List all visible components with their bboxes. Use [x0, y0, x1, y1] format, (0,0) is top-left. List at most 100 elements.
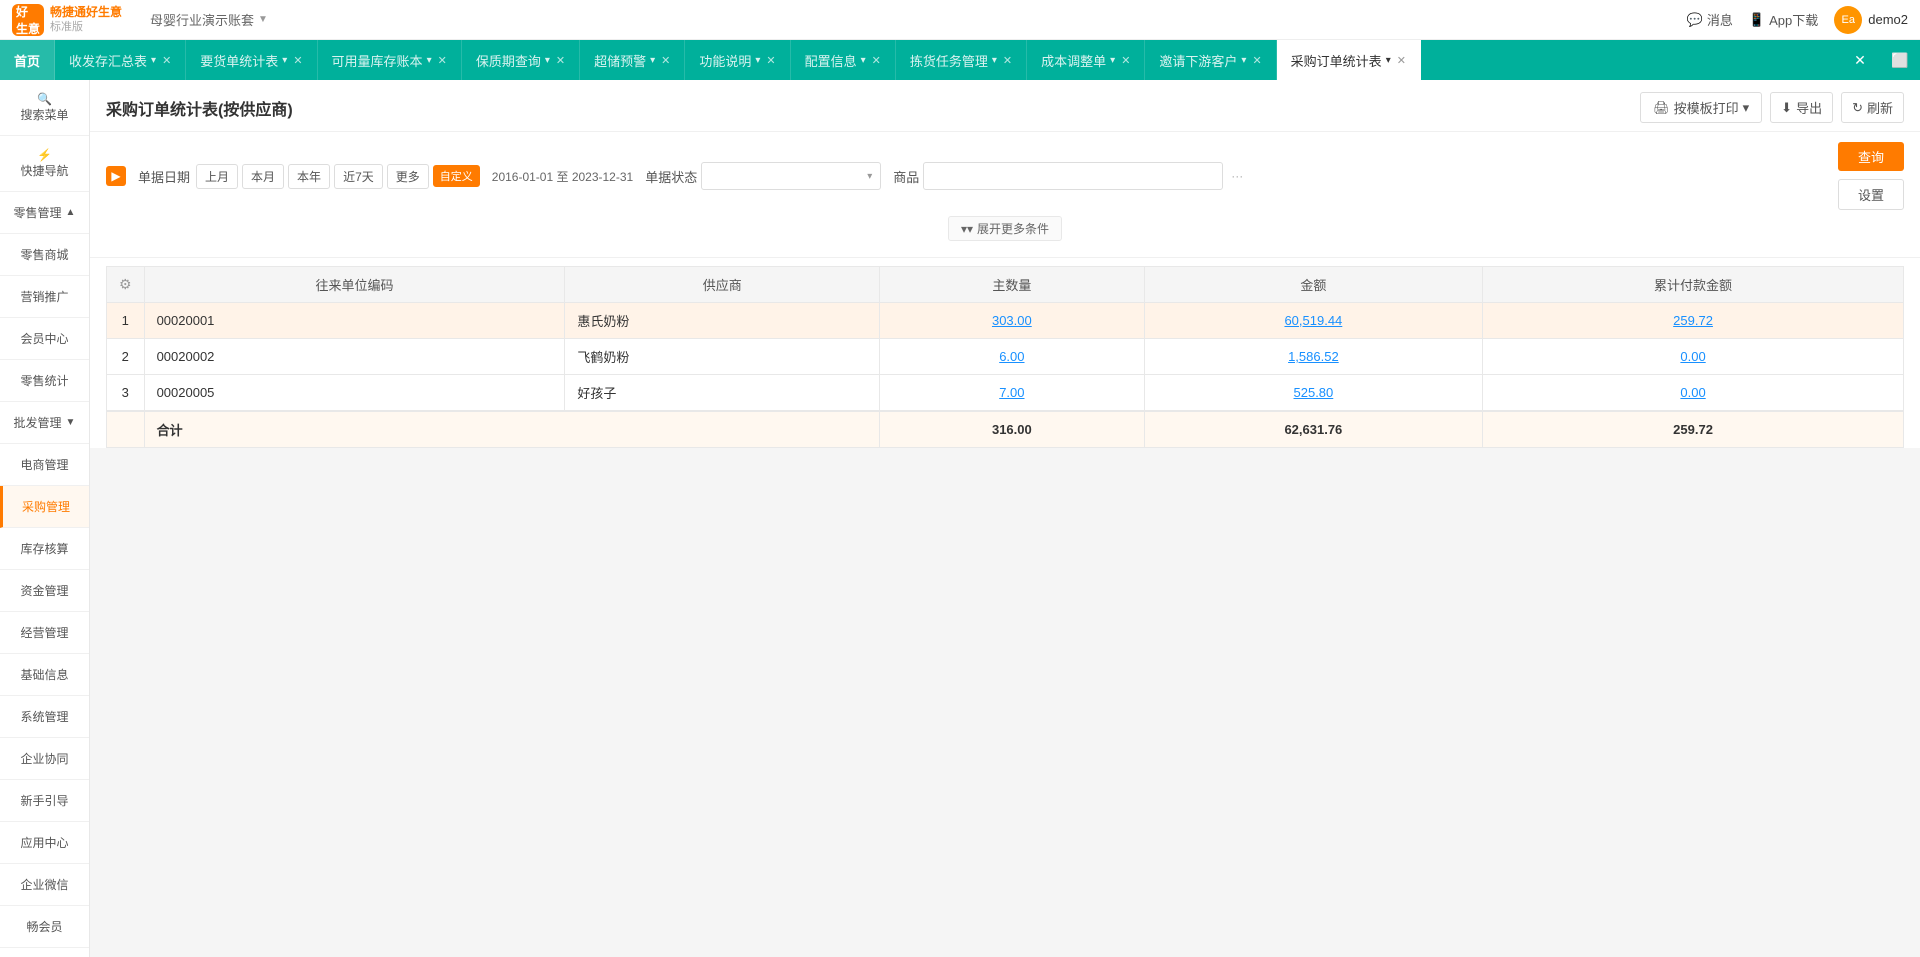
sidebar-search-label: 搜索菜单 — [8, 106, 81, 123]
tab-label: 超储预警 — [594, 51, 646, 70]
purchase-label: 采购管理 — [11, 498, 81, 515]
expand-more-button[interactable]: ▾▾ 展开更多条件 — [948, 216, 1062, 241]
tab-baozhi[interactable]: 保质期查询 ▾ ✕ — [462, 40, 580, 80]
sidebar-item-quicknav[interactable]: ⚡ 快捷导航 — [0, 136, 89, 192]
sidebar-item-member[interactable]: 会员中心 — [0, 318, 89, 360]
tab-kuyongliangku[interactable]: 可用量库存账本 ▾ ✕ — [318, 40, 462, 80]
sidebar-item-purchase[interactable]: 采购管理 — [0, 486, 89, 528]
row-paid[interactable]: 0.00 — [1483, 339, 1904, 375]
tab-close-icon[interactable]: ✕ — [1121, 54, 1130, 67]
tab-close-icon[interactable]: ✕ — [293, 54, 302, 67]
row-qty[interactable]: 7.00 — [880, 375, 1145, 412]
tab-gongneng[interactable]: 功能说明 ▾ ✕ — [685, 40, 790, 80]
sidebar-item-search[interactable]: 🔍 搜索菜单 — [0, 80, 89, 136]
tab-dropdown-icon: ▾ — [427, 55, 432, 66]
inventory-label: 库存核算 — [8, 540, 81, 557]
tab-close-icon[interactable]: ✕ — [1397, 54, 1406, 67]
table-row: 1 00020001 惠氏奶粉 303.00 60,519.44 259.72 — [107, 303, 1904, 339]
row-amount[interactable]: 1,586.52 — [1144, 339, 1482, 375]
retail-stats-label: 零售统计 — [8, 372, 81, 389]
goods-input[interactable] — [923, 162, 1223, 190]
row-qty[interactable]: 6.00 — [880, 339, 1145, 375]
date-btn-7days[interactable]: 近7天 — [334, 164, 383, 189]
export-button[interactable]: ⬇ 导出 — [1770, 92, 1833, 123]
sidebar-item-collab[interactable]: 企业协同 — [0, 738, 89, 780]
sidebar-item-ecommerce[interactable]: 电商管理 — [0, 444, 89, 486]
nav-close-button[interactable]: ✕ — [1840, 40, 1880, 80]
tab-close-icon[interactable]: ✕ — [1252, 54, 1261, 67]
tab-caigou[interactable]: 采购订单统计表 ▾ ✕ — [1277, 40, 1421, 80]
tab-dropdown-icon: ▾ — [1110, 55, 1115, 66]
tab-shoufacun[interactable]: 收发存汇总表 ▾ ✕ — [55, 40, 186, 80]
tab-invite[interactable]: 邀请下游客户 ▾ ✕ — [1145, 40, 1276, 80]
goods-more-icon[interactable]: ··· — [1231, 169, 1243, 183]
sidebar-item-wechat[interactable]: 企业微信 — [0, 864, 89, 906]
tab-jianhuo[interactable]: 拣货任务管理 ▾ ✕ — [896, 40, 1027, 80]
row-paid[interactable]: 259.72 — [1483, 303, 1904, 339]
sidebar-item-newbie[interactable]: 新手引导 — [0, 780, 89, 822]
row-amount[interactable]: 525.80 — [1144, 375, 1482, 412]
export-label: 导出 — [1796, 98, 1822, 117]
message-label: 消息 — [1707, 10, 1733, 29]
row-amount[interactable]: 60,519.44 — [1144, 303, 1482, 339]
tab-close-icon[interactable]: ✕ — [661, 54, 670, 67]
row-qty[interactable]: 303.00 — [880, 303, 1145, 339]
row-code: 00020002 — [144, 339, 565, 375]
goods-filter: 商品 ··· — [893, 162, 1826, 190]
expand-label: 展开更多条件 — [977, 220, 1049, 237]
sidebar-item-appcenter[interactable]: 应用中心 — [0, 822, 89, 864]
sidebar-item-member2[interactable]: 畅会员 — [0, 906, 89, 948]
tab-dropdown-icon: ▾ — [151, 55, 156, 66]
sidebar-item-retail-stats[interactable]: 零售统计 — [0, 360, 89, 402]
message-button[interactable]: 💬 消息 — [1687, 10, 1733, 29]
sidebar-item-finance[interactable]: 资金管理 — [0, 570, 89, 612]
sidebar-item-retail-shop[interactable]: 零售商城 — [0, 234, 89, 276]
app-download-button[interactable]: 📱 App下载 — [1749, 10, 1818, 29]
sidebar-item-marketing[interactable]: 营销推广 — [0, 276, 89, 318]
row-supplier: 惠氏奶粉 — [565, 303, 880, 339]
print-button[interactable]: 🖨 按模板打印 ▾ — [1640, 92, 1762, 123]
status-select[interactable]: ▾ — [701, 162, 881, 190]
tab-peizhi[interactable]: 配置信息 ▾ ✕ — [791, 40, 896, 80]
settings-button[interactable]: 设置 — [1838, 179, 1904, 210]
user-area[interactable]: Ea demo2 — [1834, 6, 1908, 34]
tab-label: 可用量库存账本 — [332, 51, 423, 70]
tab-home[interactable]: 首页 — [0, 40, 55, 80]
refresh-button[interactable]: ↻ 刷新 — [1841, 92, 1904, 123]
workspace-selector[interactable]: 母婴行业演示账套 ▼ — [150, 10, 268, 29]
tab-dropdown-icon: ▾ — [282, 55, 287, 66]
col-settings-icon[interactable]: ⚙ — [119, 276, 132, 292]
tab-chaochu[interactable]: 超储预警 ▾ ✕ — [580, 40, 685, 80]
export-icon: ⬇ — [1781, 100, 1792, 116]
sidebar-item-system[interactable]: 系统管理 — [0, 696, 89, 738]
date-btn-last-month[interactable]: 上月 — [196, 164, 238, 189]
status-filter-label: 单据状态 — [645, 167, 697, 186]
tab-yaohuo[interactable]: 要货单统计表 ▾ ✕ — [186, 40, 317, 80]
nav-maximize-button[interactable]: ⬜ — [1880, 40, 1920, 80]
tab-close-icon[interactable]: ✕ — [438, 54, 447, 67]
sidebar-item-inventory[interactable]: 库存核算 — [0, 528, 89, 570]
tab-label: 采购订单统计表 — [1291, 51, 1382, 70]
content-area: 采购订单统计表(按供应商) 🖨 按模板打印 ▾ ⬇ 导出 ↻ 刷新 — [90, 80, 1920, 957]
row-code: 00020001 — [144, 303, 565, 339]
tab-close-icon[interactable]: ✕ — [556, 54, 565, 67]
tab-close-icon[interactable]: ✕ — [162, 54, 171, 67]
tab-chengben[interactable]: 成本调整单 ▾ ✕ — [1027, 40, 1145, 80]
date-btn-this-year[interactable]: 本年 — [288, 164, 330, 189]
page-title: 采购订单统计表(按供应商) — [106, 96, 293, 120]
page-header: 采购订单统计表(按供应商) 🖨 按模板打印 ▾ ⬇ 导出 ↻ 刷新 — [90, 80, 1920, 132]
tab-close-icon[interactable]: ✕ — [1003, 54, 1012, 67]
row-index: 3 — [107, 375, 145, 412]
row-paid[interactable]: 0.00 — [1483, 375, 1904, 412]
sidebar-item-wholesale[interactable]: 批发管理 ▼ — [0, 402, 89, 444]
date-btn-more[interactable]: 更多 — [387, 164, 429, 189]
tab-close-icon[interactable]: ✕ — [872, 54, 881, 67]
filter-toggle-button[interactable]: ▶ — [106, 166, 126, 186]
tab-close-icon[interactable]: ✕ — [766, 54, 775, 67]
query-button[interactable]: 查询 — [1838, 142, 1904, 171]
sidebar-item-retail-mgmt[interactable]: 零售管理 ▲ — [0, 192, 89, 234]
marketing-label: 营销推广 — [8, 288, 81, 305]
date-btn-this-month[interactable]: 本月 — [242, 164, 284, 189]
sidebar-item-operations[interactable]: 经营管理 — [0, 612, 89, 654]
sidebar-item-basic-info[interactable]: 基础信息 — [0, 654, 89, 696]
